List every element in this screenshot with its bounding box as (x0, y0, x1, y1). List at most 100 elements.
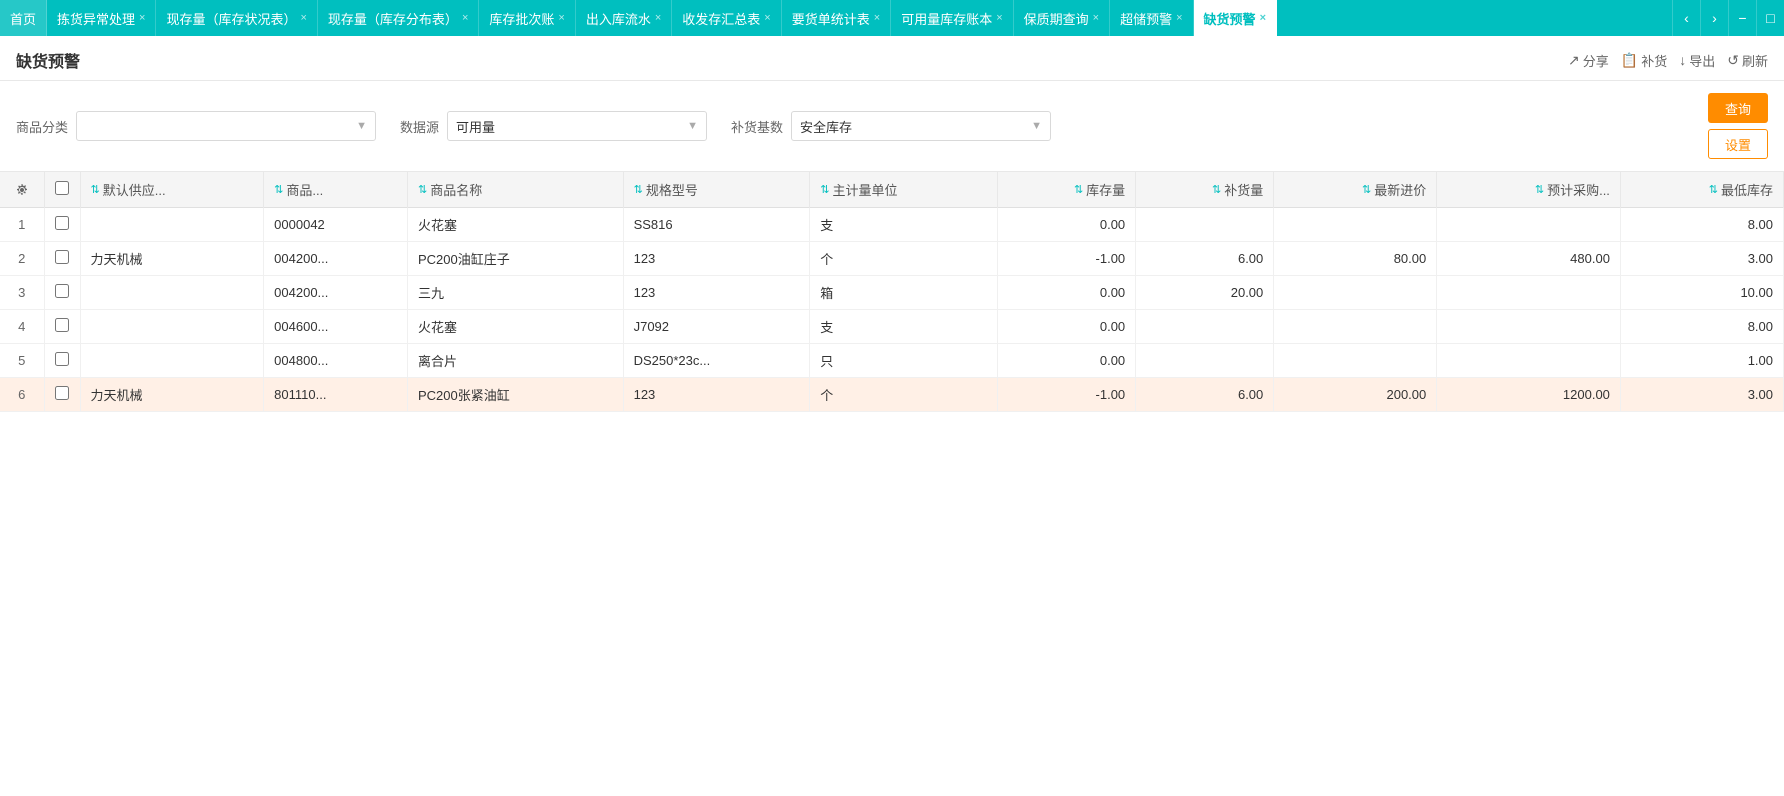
close-tab-7[interactable]: × (874, 12, 880, 24)
cell-product_code: 0000042 (264, 208, 408, 242)
close-tab-6[interactable]: × (764, 12, 770, 24)
col-product-code[interactable]: ⇅ 商品... (264, 172, 408, 208)
col-unit[interactable]: ⇅ 主计量单位 (810, 172, 998, 208)
row-checkbox-cell[interactable] (44, 344, 80, 378)
close-tab-2[interactable]: × (300, 12, 306, 24)
cell-default_supplier: 力天机械 (80, 242, 264, 276)
category-label: 商品分类 (16, 117, 68, 136)
nav-tab-9[interactable]: 保质期查询 × (1014, 0, 1110, 36)
row-checkbox-cell[interactable] (44, 310, 80, 344)
table-row: 4004600...火花塞J7092支0.008.00 (0, 310, 1784, 344)
nav-tab-10[interactable]: 超储预警 × (1110, 0, 1193, 36)
nav-tab-4[interactable]: 库存批次账 × (479, 0, 575, 36)
nav-tab-7[interactable]: 要货单统计表 × (782, 0, 891, 36)
row-checkbox-cell[interactable] (44, 276, 80, 310)
nav-tab-11[interactable]: 缺货预警 × (1194, 0, 1277, 36)
cell-unit: 个 (810, 242, 998, 276)
cell-min_stock: 10.00 (1620, 276, 1783, 310)
nav-prev-button[interactable]: ‹ (1672, 0, 1700, 36)
nav-tab-6[interactable]: 收发存汇总表 × (672, 0, 781, 36)
category-select[interactable]: ▼ (76, 111, 376, 141)
cell-product_code: 004200... (264, 242, 408, 276)
replenish-basis-value: 安全库存 (800, 117, 852, 136)
share-icon: ↗ (1568, 52, 1580, 69)
cell-estimated_purchase: 480.00 (1437, 242, 1621, 276)
share-button[interactable]: ↗ 分享 (1568, 51, 1609, 70)
page-title: 缺货预警 (16, 48, 80, 72)
page-header: 缺货预警 ↗ 分享 📋 补货 ↓ 导出 ↺ 刷新 (0, 36, 1784, 81)
main-content: 缺货预警 ↗ 分享 📋 补货 ↓ 导出 ↺ 刷新 商品分类 (0, 36, 1784, 796)
close-tab-8[interactable]: × (996, 12, 1002, 24)
nav-maximize-button[interactable]: □ (1756, 0, 1784, 36)
col-spec[interactable]: ⇅ 规格型号 (623, 172, 810, 208)
cell-product_name: PC200油缸庄子 (408, 242, 624, 276)
cell-product_name: 火花塞 (408, 208, 624, 242)
replenish-basis-chevron-icon: ▼ (1031, 120, 1042, 132)
col-min-stock[interactable]: ⇅ 最低库存 (1620, 172, 1783, 208)
row-checkbox[interactable] (55, 318, 69, 332)
nav-tab-8[interactable]: 可用量库存账本 × (891, 0, 1013, 36)
cell-product_code: 801110... (264, 378, 408, 412)
replenish-icon: 📋 (1621, 52, 1638, 69)
cell-stock: -1.00 (998, 242, 1136, 276)
cell-stock: -1.00 (998, 378, 1136, 412)
cell-unit: 支 (810, 310, 998, 344)
sort-icon: ⇅ (634, 183, 643, 196)
row-checkbox-cell[interactable] (44, 208, 80, 242)
datasource-value: 可用量 (456, 117, 495, 136)
table-row: 6力天机械801110...PC200张紧油缸123个-1.006.00200.… (0, 378, 1784, 412)
col-stock[interactable]: ⇅ 库存量 (998, 172, 1136, 208)
datasource-chevron-icon: ▼ (687, 120, 698, 132)
sort-icon: ⇅ (1074, 183, 1083, 196)
row-checkbox[interactable] (55, 216, 69, 230)
nav-next-button[interactable]: › (1700, 0, 1728, 36)
row-checkbox-cell[interactable] (44, 242, 80, 276)
select-all-checkbox[interactable] (55, 181, 69, 195)
nav-tab-5[interactable]: 出入库流水 × (576, 0, 672, 36)
refresh-button[interactable]: ↺ 刷新 (1727, 51, 1768, 70)
close-tab-10[interactable]: × (1176, 12, 1182, 24)
col-latest-price[interactable]: ⇅ 最新进价 (1274, 172, 1437, 208)
col-estimated-purchase[interactable]: ⇅ 预计采购... (1437, 172, 1621, 208)
col-replenish[interactable]: ⇅ 补货量 (1136, 172, 1274, 208)
cell-product_code: 004600... (264, 310, 408, 344)
gear-column-header[interactable] (0, 172, 44, 208)
cell-spec: 123 (623, 378, 810, 412)
nav-minimize-button[interactable]: − (1728, 0, 1756, 36)
cell-replenish (1136, 344, 1274, 378)
replenish-basis-select[interactable]: 安全库存 ▼ (791, 111, 1051, 141)
close-tab-1[interactable]: × (139, 12, 145, 24)
row-checkbox[interactable] (55, 386, 69, 400)
close-tab-4[interactable]: × (558, 12, 564, 24)
col-default-supplier[interactable]: ⇅ 默认供应... (80, 172, 264, 208)
row-checkbox[interactable] (55, 284, 69, 298)
col-product-name[interactable]: ⇅ 商品名称 (408, 172, 624, 208)
settings-icon[interactable] (14, 182, 30, 198)
row-checkbox-cell[interactable] (44, 378, 80, 412)
datasource-select[interactable]: 可用量 ▼ (447, 111, 707, 141)
nav-tab-home[interactable]: 首页 (0, 0, 47, 36)
filter-actions: 查询 设置 (1708, 93, 1768, 159)
close-tab-11[interactable]: × (1260, 12, 1266, 24)
close-tab-9[interactable]: × (1093, 12, 1099, 24)
cell-unit: 个 (810, 378, 998, 412)
cell-min_stock: 3.00 (1620, 378, 1783, 412)
close-tab-5[interactable]: × (655, 12, 661, 24)
export-button[interactable]: ↓ 导出 (1679, 51, 1715, 70)
cell-spec: 123 (623, 242, 810, 276)
nav-tab-3[interactable]: 现存量（库存分布表） × (318, 0, 479, 36)
query-button[interactable]: 查询 (1708, 93, 1768, 123)
sort-icon: ⇅ (1362, 183, 1371, 196)
nav-tab-1[interactable]: 拣货异常处理 × (47, 0, 156, 36)
close-tab-3[interactable]: × (462, 12, 468, 24)
row-checkbox[interactable] (55, 352, 69, 366)
replenish-button[interactable]: 📋 补货 (1621, 51, 1667, 70)
row-checkbox[interactable] (55, 250, 69, 264)
table-row: 3004200...三九123箱0.0020.0010.00 (0, 276, 1784, 310)
sort-icon: ⇅ (1212, 183, 1221, 196)
settings-button[interactable]: 设置 (1708, 129, 1768, 159)
table-row: 5004800...离合片DS250*23c...只0.001.00 (0, 344, 1784, 378)
nav-tab-2[interactable]: 现存量（库存状况表） × (156, 0, 317, 36)
cell-latest_price: 80.00 (1274, 242, 1437, 276)
select-all-column-header[interactable] (44, 172, 80, 208)
